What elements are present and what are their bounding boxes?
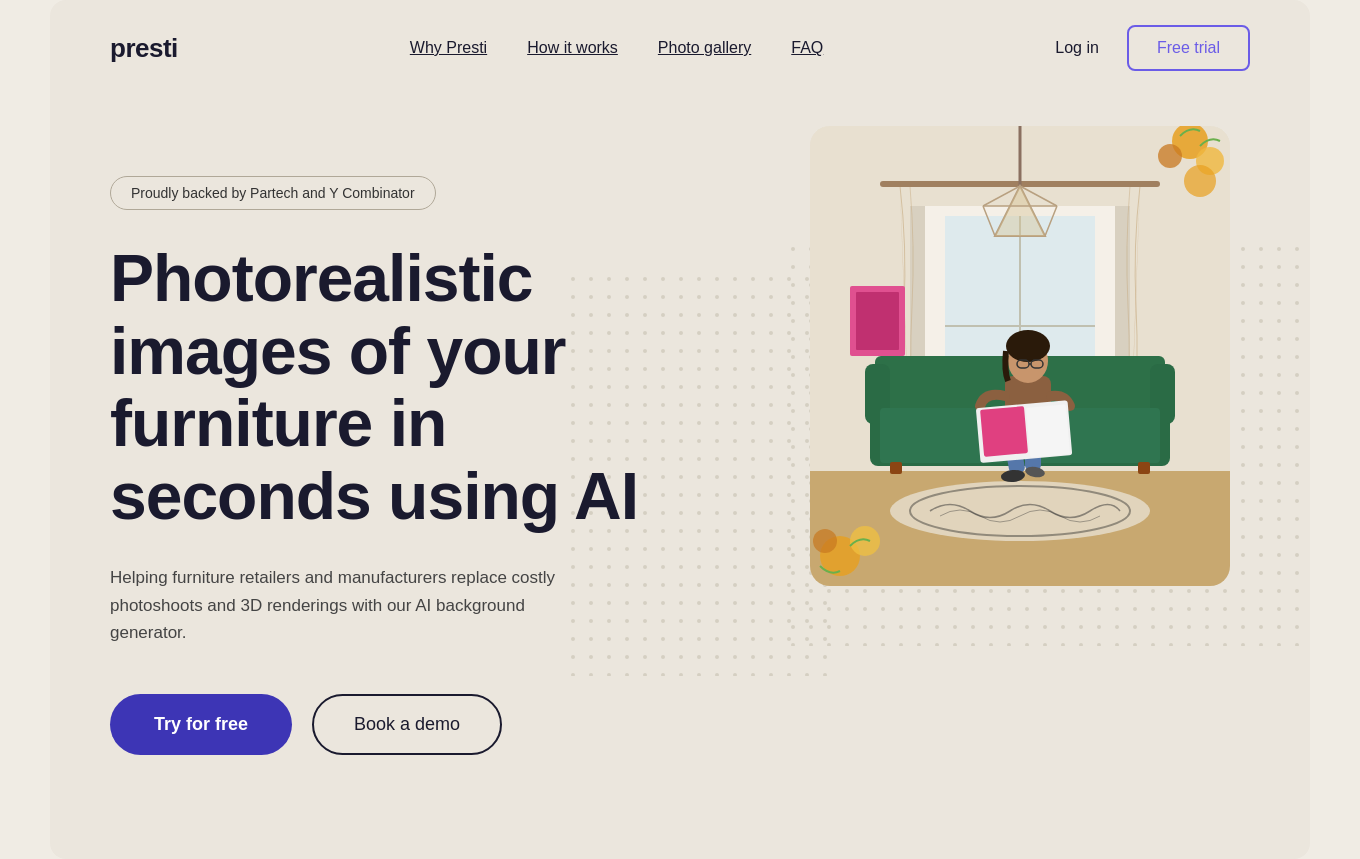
nav-item-photo-gallery[interactable]: Photo gallery (658, 39, 751, 57)
try-for-free-button[interactable]: Try for free (110, 694, 292, 755)
svg-rect-14 (856, 292, 899, 350)
nav-links: Why Presti How it works Photo gallery FA… (410, 39, 823, 57)
nav-item-faq[interactable]: FAQ (791, 39, 823, 57)
hero-subtitle: Helping furniture retailers and manufact… (110, 564, 590, 646)
svg-point-52 (850, 526, 880, 556)
logo: presti (110, 33, 178, 64)
svg-point-53 (813, 529, 837, 553)
svg-point-32 (1006, 330, 1050, 362)
hero-left: Proudly backed by Partech and Y Combinat… (110, 156, 710, 755)
hero-image-area (810, 126, 1270, 606)
nav-link-photo-gallery[interactable]: Photo gallery (658, 39, 751, 56)
badge: Proudly backed by Partech and Y Combinat… (110, 176, 436, 210)
svg-rect-25 (1138, 462, 1150, 474)
nav-link-how-it-works[interactable]: How it works (527, 39, 618, 56)
nav-right: Log in Free trial (1055, 25, 1250, 71)
hero-title: Photorealistic images of your furniture … (110, 242, 710, 532)
book-demo-button[interactable]: Book a demo (312, 694, 502, 755)
inner-container: presti Why Presti How it works Photo gal… (50, 0, 1310, 859)
nav-link-faq[interactable]: FAQ (791, 39, 823, 56)
svg-point-50 (1184, 165, 1216, 197)
svg-point-15 (890, 481, 1150, 541)
svg-rect-37 (980, 406, 1028, 457)
room-scene-svg (810, 126, 1230, 586)
nav-link-why-presti[interactable]: Why Presti (410, 39, 487, 56)
page-wrapper: presti Why Presti How it works Photo gal… (0, 0, 1360, 859)
nav-item-why-presti[interactable]: Why Presti (410, 39, 487, 57)
free-trial-button[interactable]: Free trial (1127, 25, 1250, 71)
nav-item-how-it-works[interactable]: How it works (527, 39, 618, 57)
svg-point-49 (1158, 144, 1182, 168)
svg-rect-38 (1026, 404, 1070, 457)
navbar: presti Why Presti How it works Photo gal… (50, 0, 1310, 96)
login-link[interactable]: Log in (1055, 39, 1099, 57)
hero-buttons: Try for free Book a demo (110, 694, 710, 755)
hero-image (810, 126, 1230, 586)
svg-rect-24 (890, 462, 902, 474)
hero-section: Proudly backed by Partech and Y Combinat… (50, 96, 1310, 835)
